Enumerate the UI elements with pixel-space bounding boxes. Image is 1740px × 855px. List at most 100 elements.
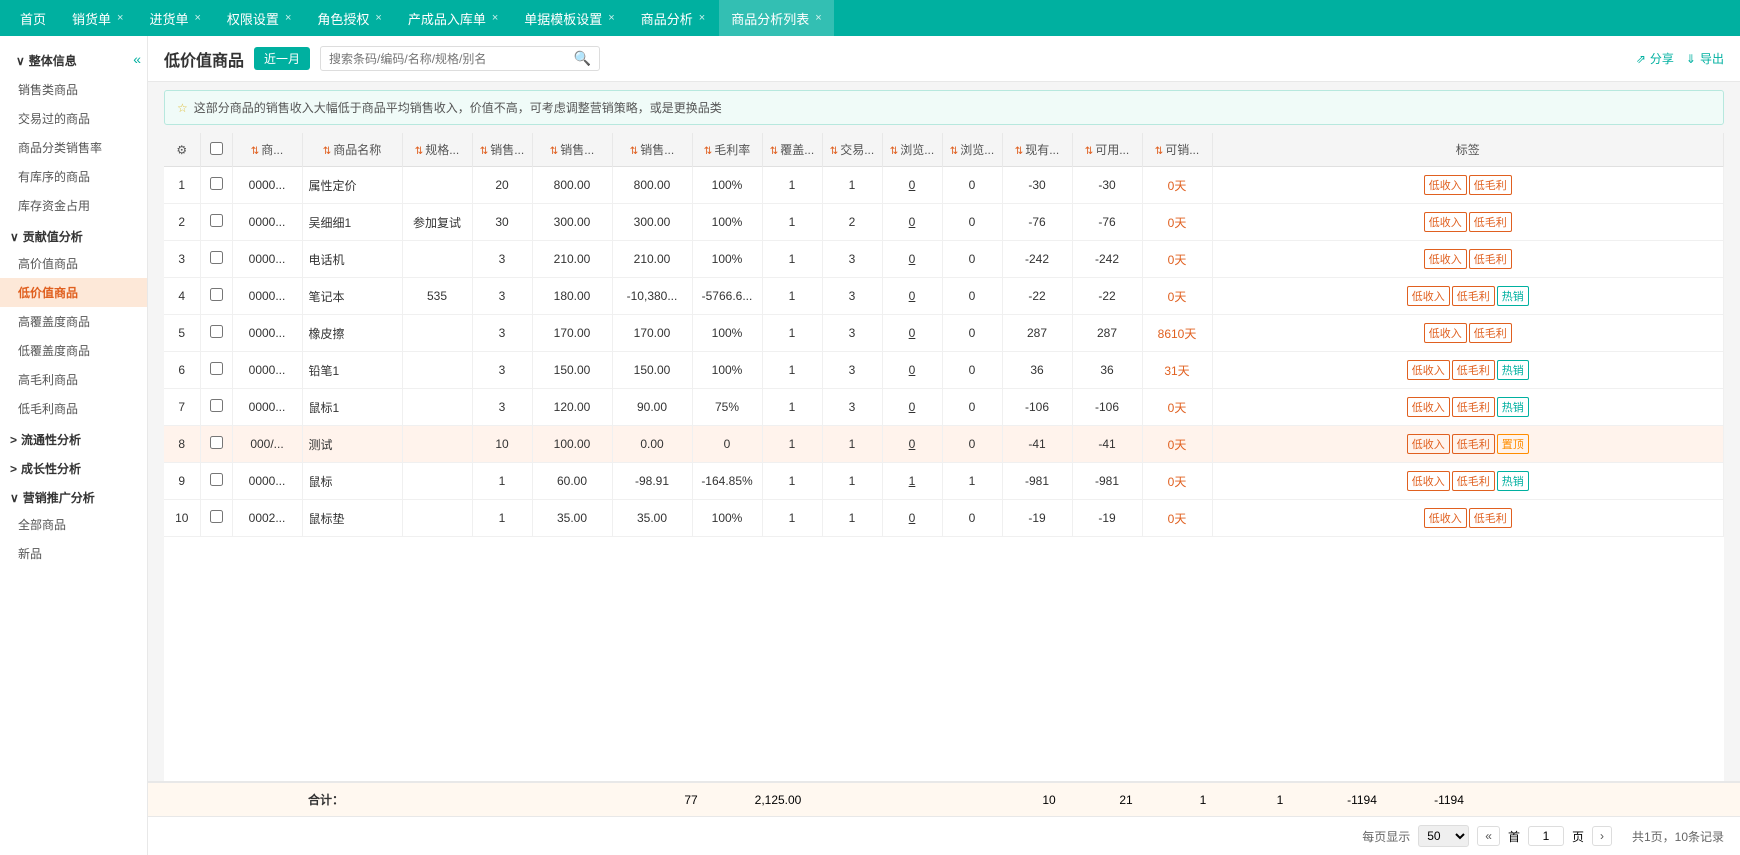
- row-browse1[interactable]: 0: [909, 289, 916, 303]
- row-browse1[interactable]: 0: [909, 511, 916, 525]
- row-browse2: 0: [942, 315, 1002, 352]
- col-header-gross-margin[interactable]: ⇅毛利率: [692, 133, 762, 167]
- col-header-sales-amt[interactable]: ⇅销售...: [532, 133, 612, 167]
- row-name: 笔记本: [302, 278, 402, 315]
- col-header-sales-profit[interactable]: ⇅销售...: [612, 133, 692, 167]
- sidebar-item-high-value[interactable]: 高价值商品: [0, 249, 147, 278]
- row-checkbox[interactable]: [210, 325, 223, 338]
- row-checkbox[interactable]: [210, 177, 223, 190]
- sidebar-section-circulation[interactable]: > 流通性分析: [0, 423, 147, 452]
- sidebar-collapse-btn[interactable]: «: [133, 51, 141, 67]
- row-saleable: 0天: [1142, 389, 1212, 426]
- row-browse2: 0: [942, 167, 1002, 204]
- row-checkbox[interactable]: [210, 288, 223, 301]
- col-header-sales-qty[interactable]: ⇅销售...: [472, 133, 532, 167]
- row-current-stock: -76: [1002, 204, 1072, 241]
- row-browse1[interactable]: 0: [909, 363, 916, 377]
- table-area[interactable]: ⚙ ⇅商... ⇅商品名称 ⇅规格... ⇅销售... ⇅销售... ⇅销售..…: [164, 133, 1724, 781]
- table-row: 40000...笔记本5353180.00-10,380...-5766.6..…: [164, 278, 1724, 315]
- sidebar-item-stock-capital[interactable]: 库存资金占用: [0, 191, 147, 220]
- first-page-btn[interactable]: «: [1477, 826, 1500, 846]
- sidebar-item-stocked-goods[interactable]: 有库序的商品: [0, 162, 147, 191]
- close-icon[interactable]: ×: [815, 12, 821, 24]
- col-header-available-stock[interactable]: ⇅可用...: [1072, 133, 1142, 167]
- next-page-btn[interactable]: ›: [1592, 826, 1612, 846]
- close-icon[interactable]: ×: [492, 12, 498, 24]
- col-header-name[interactable]: ⇅商品名称: [302, 133, 402, 167]
- nav-permission[interactable]: 权限设置 ×: [215, 0, 303, 36]
- close-icon[interactable]: ×: [117, 12, 123, 24]
- sidebar-section-growth[interactable]: > 成长性分析: [0, 452, 147, 481]
- row-sales-qty: 30: [472, 204, 532, 241]
- row-sales-qty: 3: [472, 352, 532, 389]
- close-icon[interactable]: ×: [699, 12, 705, 24]
- row-checkbox[interactable]: [210, 436, 223, 449]
- nav-product-stock[interactable]: 产成品入库单 ×: [396, 0, 510, 36]
- sidebar-item-new-goods[interactable]: 新品: [0, 539, 147, 568]
- row-browse1[interactable]: 0: [909, 437, 916, 451]
- row-spec: [402, 389, 472, 426]
- nav-template-settings[interactable]: 单据模板设置 ×: [512, 0, 626, 36]
- checkbox-col-header[interactable]: [200, 133, 232, 167]
- nav-purchase[interactable]: 进货单 ×: [137, 0, 212, 36]
- col-header-coverage[interactable]: ⇅覆盖...: [762, 133, 822, 167]
- sidebar-item-low-value[interactable]: 低价值商品: [0, 278, 147, 307]
- close-icon[interactable]: ×: [194, 12, 200, 24]
- row-browse1[interactable]: 0: [909, 178, 916, 192]
- page-number-input[interactable]: [1528, 826, 1564, 846]
- col-header-browse1[interactable]: ⇅浏览...: [882, 133, 942, 167]
- row-trade-cnt: 3: [822, 241, 882, 278]
- export-btn[interactable]: ⇓ 导出: [1686, 50, 1724, 67]
- col-header-trade-cnt[interactable]: ⇅交易...: [822, 133, 882, 167]
- close-icon[interactable]: ×: [608, 12, 614, 24]
- sidebar-item-sales-goods[interactable]: 销售类商品: [0, 75, 147, 104]
- col-header-current-stock[interactable]: ⇅现有...: [1002, 133, 1072, 167]
- sidebar-item-low-margin[interactable]: 低毛利商品: [0, 394, 147, 423]
- row-checkbox[interactable]: [210, 214, 223, 227]
- row-browse1[interactable]: 0: [909, 326, 916, 340]
- filter-btn[interactable]: 近一月: [254, 47, 310, 70]
- row-gross-margin: 100%: [692, 241, 762, 278]
- row-browse1[interactable]: 0: [909, 215, 916, 229]
- sidebar-item-low-coverage[interactable]: 低覆盖度商品: [0, 336, 147, 365]
- settings-icon[interactable]: ⚙: [176, 143, 187, 157]
- row-checkbox[interactable]: [210, 362, 223, 375]
- page-size-select[interactable]: 50 100 200: [1418, 825, 1469, 847]
- row-browse1[interactable]: 1: [909, 474, 916, 488]
- row-saleable: 0天: [1142, 426, 1212, 463]
- row-checkbox[interactable]: [210, 399, 223, 412]
- row-checkbox[interactable]: [210, 510, 223, 523]
- row-trade-cnt: 3: [822, 278, 882, 315]
- row-sales-profit: 170.00: [612, 315, 692, 352]
- sidebar-item-category-sales[interactable]: 商品分类销售率: [0, 133, 147, 162]
- close-icon[interactable]: ×: [375, 12, 381, 24]
- sidebar-item-traded-goods[interactable]: 交易过的商品: [0, 104, 147, 133]
- col-header-spec[interactable]: ⇅规格...: [402, 133, 472, 167]
- nav-product-analysis-list[interactable]: 商品分析列表 ×: [719, 0, 833, 36]
- settings-col-header[interactable]: ⚙: [164, 133, 200, 167]
- nav-product-analysis[interactable]: 商品分析 ×: [629, 0, 717, 36]
- row-browse1[interactable]: 0: [909, 252, 916, 266]
- nav-role-auth[interactable]: 角色授权 ×: [305, 0, 393, 36]
- sidebar-item-all-goods[interactable]: 全部商品: [0, 510, 147, 539]
- search-icon[interactable]: 🔍: [574, 50, 591, 67]
- sidebar-item-high-margin[interactable]: 高毛利商品: [0, 365, 147, 394]
- notice-text: 这部分商品的销售收入大幅低于商品平均销售收入，价值不高，可考虑调整营销策略，或是…: [194, 99, 722, 116]
- col-header-code[interactable]: ⇅商...: [232, 133, 302, 167]
- sidebar-section-marketing[interactable]: ∨ 营销推广分析: [0, 481, 147, 510]
- row-browse1[interactable]: 0: [909, 400, 916, 414]
- nav-sales-order[interactable]: 销货单 ×: [60, 0, 135, 36]
- row-checkbox[interactable]: [210, 473, 223, 486]
- share-btn[interactable]: ⇗ 分享: [1636, 50, 1674, 67]
- sidebar-section-overall[interactable]: ∨ 整体信息: [6, 44, 87, 73]
- col-header-browse2[interactable]: ⇅浏览...: [942, 133, 1002, 167]
- close-icon[interactable]: ×: [285, 12, 291, 24]
- nav-home[interactable]: 首页: [8, 0, 58, 36]
- row-checkbox[interactable]: [210, 251, 223, 264]
- sidebar-item-high-coverage[interactable]: 高覆盖度商品: [0, 307, 147, 336]
- select-all-checkbox[interactable]: [210, 142, 223, 155]
- row-gross-margin: 100%: [692, 500, 762, 537]
- sidebar-section-contribution[interactable]: ∨ 贡献值分析: [0, 220, 147, 249]
- search-input[interactable]: [329, 52, 574, 66]
- col-header-saleable[interactable]: ⇅可销...: [1142, 133, 1212, 167]
